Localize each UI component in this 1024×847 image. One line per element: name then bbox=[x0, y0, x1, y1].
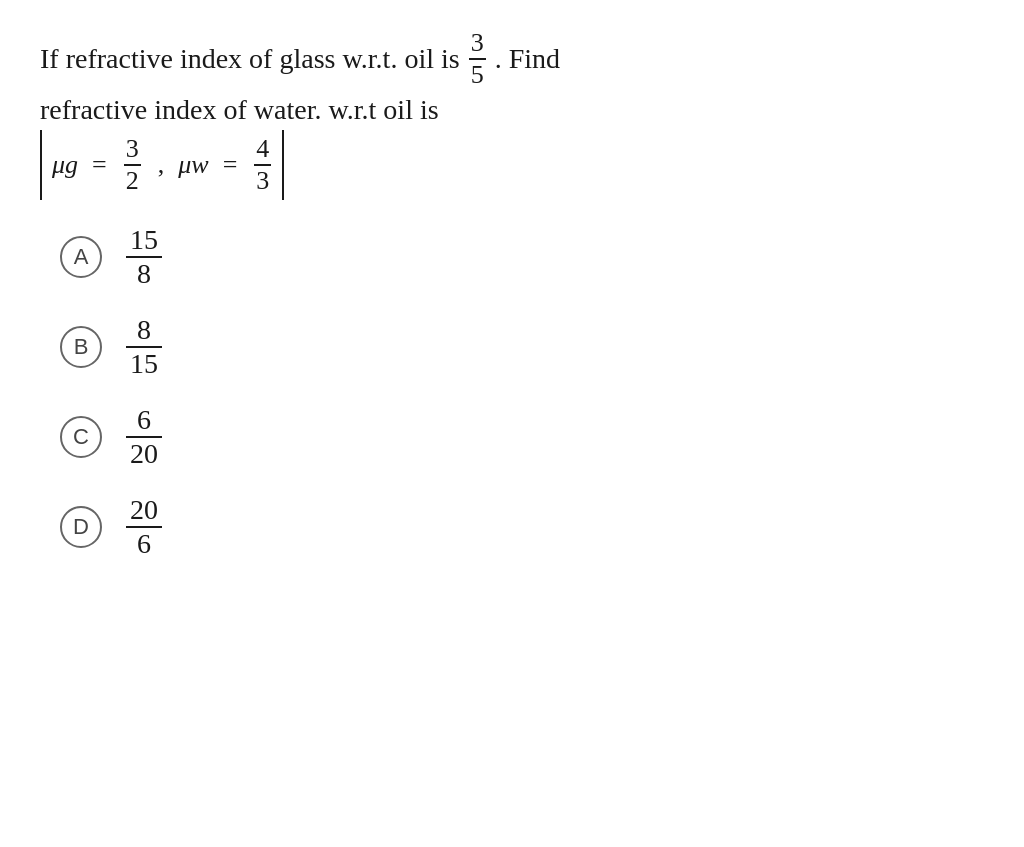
mu-w-label: μw bbox=[178, 150, 208, 180]
given-values-box: μg = 3 2 , μw = 4 3 bbox=[40, 130, 284, 200]
mu-g-fraction: 3 2 bbox=[124, 136, 141, 194]
options-list: A158B815C620D206 bbox=[40, 226, 740, 558]
given-fraction-denominator: 5 bbox=[469, 60, 486, 88]
question-line-1: If refractive index of glass w.r.t. oil … bbox=[40, 30, 740, 88]
question-prefix: If refractive index of glass w.r.t. oil … bbox=[40, 43, 460, 75]
mu-g-den: 2 bbox=[124, 166, 141, 194]
mu-g-label: μg bbox=[52, 150, 78, 180]
mu-w-den: 3 bbox=[254, 166, 271, 194]
option-denominator-d: 6 bbox=[133, 528, 155, 558]
option-circle-b: B bbox=[60, 326, 102, 368]
mu-w-fraction: 4 3 bbox=[254, 136, 271, 194]
option-numerator-d: 20 bbox=[126, 496, 162, 528]
comma: , bbox=[158, 150, 165, 180]
option-numerator-a: 15 bbox=[126, 226, 162, 258]
mu-w-eq: = bbox=[223, 150, 238, 180]
option-value-a: 158 bbox=[126, 226, 162, 288]
option-b[interactable]: B815 bbox=[60, 316, 740, 378]
option-c[interactable]: C620 bbox=[60, 406, 740, 468]
mu-g-eq: = bbox=[92, 150, 107, 180]
mu-w-num: 4 bbox=[254, 136, 271, 166]
question-suffix: . Find bbox=[495, 43, 560, 75]
option-numerator-c: 6 bbox=[126, 406, 162, 438]
option-denominator-c: 20 bbox=[126, 438, 162, 468]
question-line2-text: refractive index of water. w.r.t oil is bbox=[40, 94, 439, 126]
option-circle-d: D bbox=[60, 506, 102, 548]
option-d[interactable]: D 206 bbox=[60, 496, 740, 558]
option-circle-c: C bbox=[60, 416, 102, 458]
option-a[interactable]: A 158 bbox=[60, 226, 740, 288]
given-values-inner: μg = 3 2 , μw = 4 3 bbox=[52, 136, 274, 194]
option-value-c: 620 bbox=[126, 406, 162, 468]
option-value-b: 815 bbox=[126, 316, 162, 378]
option-circle-a: A bbox=[60, 236, 102, 278]
main-container: If refractive index of glass w.r.t. oil … bbox=[40, 30, 740, 558]
given-fraction: 3 5 bbox=[469, 30, 486, 88]
mu-g-num: 3 bbox=[124, 136, 141, 166]
option-value-d: 206 bbox=[126, 496, 162, 558]
given-fraction-numerator: 3 bbox=[469, 30, 486, 60]
option-denominator-b: 15 bbox=[126, 348, 162, 378]
option-numerator-b: 8 bbox=[126, 316, 162, 348]
question-line-2: refractive index of water. w.r.t oil is bbox=[40, 94, 740, 126]
option-denominator-a: 8 bbox=[133, 258, 155, 288]
